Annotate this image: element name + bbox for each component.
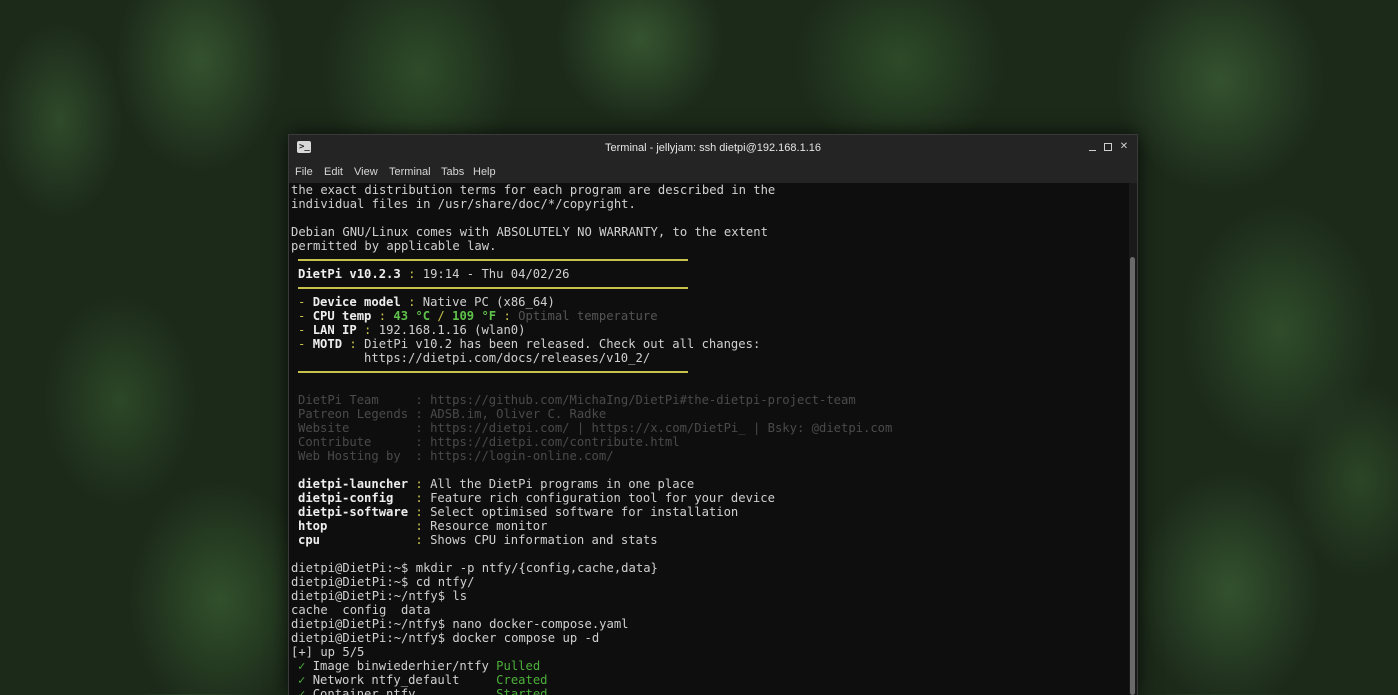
check-icon: ✓	[298, 659, 306, 673]
tool-desc: Select optimised software for installati…	[430, 505, 739, 519]
minimize-icon	[1088, 150, 1096, 151]
credit-row: Web Hosting by : https://login-online.co…	[298, 449, 614, 463]
credit-value: ADSB.im, Oliver C. Radke	[430, 407, 607, 421]
minimize-button[interactable]	[1087, 142, 1097, 152]
compose-row: ✓ Image binwiederhier/ntfy Pulled	[298, 659, 540, 673]
credit-row: DietPi Team : https://github.com/MichaIn…	[298, 393, 856, 407]
credit-key: Web Hosting by	[298, 449, 416, 463]
scrollbar-thumb[interactable]	[1130, 257, 1135, 695]
maximize-button[interactable]	[1103, 142, 1113, 152]
credit-row: Patreon Legends : ADSB.im, Oliver C. Rad…	[298, 407, 607, 421]
credit-value: https://dietpi.com/contribute.html	[430, 435, 680, 449]
banner-rule-bottom	[298, 371, 688, 373]
compose-status: Pulled	[496, 659, 541, 673]
command-line: dietpi@DietPi:~/ntfy$ ls	[291, 589, 468, 603]
menu-edit[interactable]: Edit	[324, 166, 343, 178]
command-line: dietpi@DietPi:~/ntfy$ docker compose up …	[291, 631, 600, 645]
motd-value: DietPi v10.2 has been released. Check ou…	[364, 337, 761, 351]
credit-value: https://dietpi.com/ | https://x.com/Diet…	[430, 421, 893, 435]
tool-row: cpu : Shows CPU information and stats	[298, 533, 658, 547]
close-icon: ✕	[1119, 141, 1129, 152]
maximize-icon	[1104, 143, 1112, 151]
menu-file[interactable]: File	[295, 166, 313, 178]
scrollbar[interactable]	[1129, 183, 1137, 695]
device-value: Native PC (x86_64)	[422, 295, 555, 309]
tool-row: dietpi-software : Select optimised softw…	[298, 505, 739, 519]
tool-desc: Resource monitor	[430, 519, 548, 533]
tool-row: htop : Resource monitor	[298, 519, 548, 533]
license-line-2: individual files in /usr/share/doc/*/cop…	[291, 197, 636, 211]
tool-row: dietpi-config : Feature rich configurati…	[298, 491, 775, 505]
credit-key: Patreon Legends	[298, 407, 416, 421]
menu-view[interactable]: View	[354, 166, 378, 178]
credit-value: https://login-online.com/	[430, 449, 614, 463]
title-bar[interactable]: >_ Terminal - jellyjam: ssh dietpi@192.1…	[289, 135, 1137, 161]
tool-desc: All the DietPi programs in one place	[430, 477, 695, 491]
tool-desc: Shows CPU information and stats	[430, 533, 658, 547]
credit-row: Contribute : https://dietpi.com/contribu…	[298, 435, 680, 449]
compose-item: Image binwiederhier/ntfy	[312, 659, 489, 673]
warranty-line-1: Debian GNU/Linux comes with ABSOLUTELY N…	[291, 225, 768, 239]
command-line: dietpi@DietPi:~$ cd ntfy/	[291, 575, 475, 589]
credit-key: Website	[298, 421, 416, 435]
banner-datetime: 19:14 - Thu 04/02/26	[422, 267, 570, 281]
menu-help[interactable]: Help	[473, 166, 496, 178]
tool-name: cpu	[298, 533, 409, 547]
lan-label: LAN IP	[312, 323, 357, 337]
warranty-line-2: permitted by applicable law.	[291, 239, 497, 253]
check-icon: ✓	[298, 673, 306, 687]
license-line-1: the exact distribution terms for each pr…	[291, 183, 776, 197]
command-line: dietpi@DietPi:~/ntfy$ nano docker-compos…	[291, 617, 629, 631]
cpu-celsius: 43 °C	[393, 309, 431, 323]
credit-key: DietPi Team	[298, 393, 416, 407]
tool-name: htop	[298, 519, 409, 533]
lan-value: 192.168.1.16 (wlan0)	[378, 323, 526, 337]
credit-row: Website : https://dietpi.com/ | https://…	[298, 421, 893, 435]
banner-rule-mid	[298, 287, 688, 289]
banner-sep: :	[400, 267, 423, 281]
banner-line: DietPi v10.2.3 : 19:14 - Thu 04/02/26	[298, 267, 570, 281]
compose-item: Network ntfy_default	[312, 673, 489, 687]
command-line: dietpi@DietPi:~$ mkdir -p ntfy/{config,c…	[291, 561, 658, 575]
device-line: - Device model : Native PC (x86_64)	[298, 295, 555, 309]
credit-key: Contribute	[298, 435, 416, 449]
menu-bar: File Edit View Terminal Tabs Help	[289, 161, 1137, 183]
cpu-label: CPU temp	[312, 309, 372, 323]
banner-name: DietPi v10.2.3	[298, 267, 401, 281]
motd-label: MOTD	[312, 337, 343, 351]
device-label: Device model	[312, 295, 401, 309]
compose-progress: [+] up 5/5	[291, 645, 365, 659]
cpu-fahrenheit: 109 °F	[452, 309, 497, 323]
motd-url: https://dietpi.com/docs/releases/v10_2/	[364, 351, 651, 365]
credit-value: https://github.com/MichaIng/DietPi#the-d…	[430, 393, 856, 407]
tool-name: dietpi-config	[298, 491, 409, 505]
window-title: Terminal - jellyjam: ssh dietpi@192.168.…	[605, 142, 821, 154]
motd-line: - MOTD : DietPi v10.2 has been released.…	[298, 337, 761, 351]
banner-rule-top	[298, 259, 688, 261]
tool-name: dietpi-launcher	[298, 477, 409, 491]
terminal-window[interactable]: >_ Terminal - jellyjam: ssh dietpi@192.1…	[288, 134, 1138, 695]
tool-name: dietpi-software	[298, 505, 409, 519]
tool-desc: Feature rich configuration tool for your…	[430, 491, 775, 505]
menu-terminal[interactable]: Terminal	[389, 166, 431, 178]
tool-row: dietpi-launcher : All the DietPi program…	[298, 477, 695, 491]
compose-row: ✓ Network ntfy_default Created	[298, 673, 548, 687]
cpu-slash: /	[430, 309, 453, 323]
menu-tabs[interactable]: Tabs	[441, 166, 464, 178]
cpu-line: - CPU temp : 43 °C / 109 °F : Optimal te…	[298, 309, 658, 323]
terminal-output[interactable]: the exact distribution terms for each pr…	[289, 183, 1129, 695]
ls-output: cache config data	[291, 603, 431, 617]
close-button[interactable]: ✕	[1119, 142, 1129, 152]
compose-status: Created	[496, 673, 548, 687]
lan-line: - LAN IP : 192.168.1.16 (wlan0)	[298, 323, 526, 337]
cpu-status: Optimal temperature	[518, 309, 658, 323]
